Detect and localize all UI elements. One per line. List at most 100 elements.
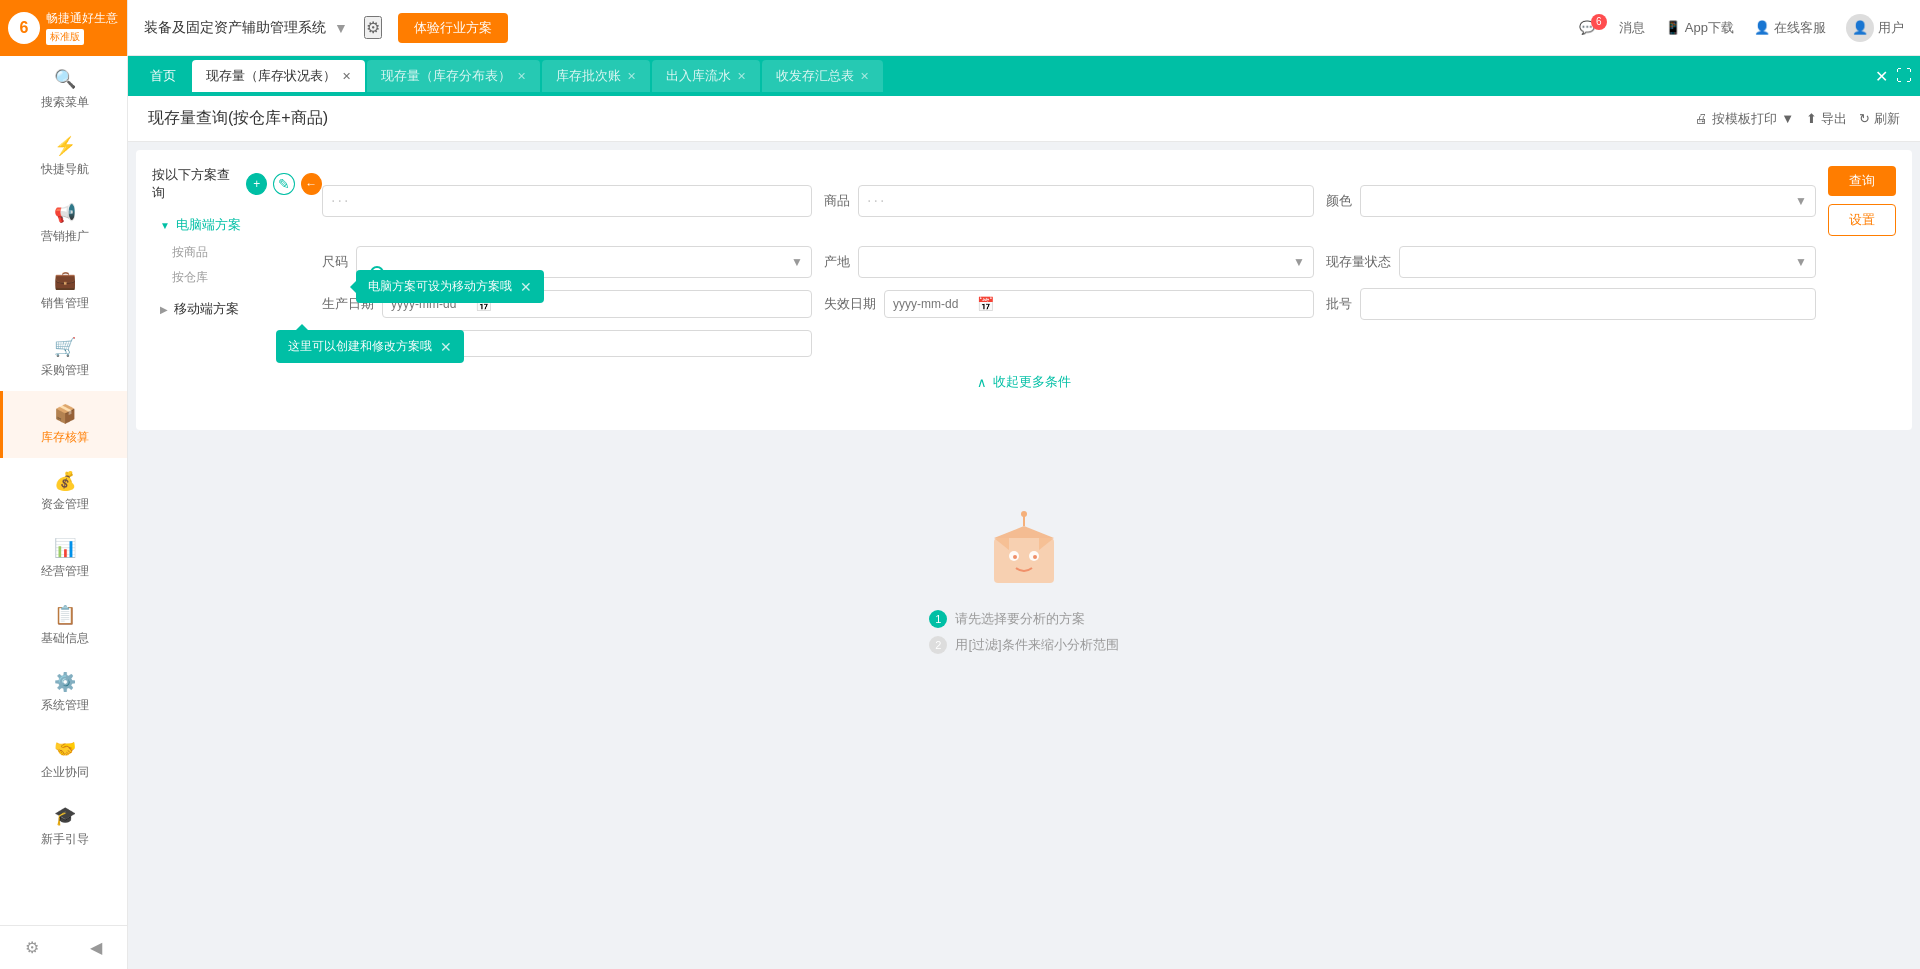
sidebar-item-system[interactable]: ⚙️ 系统管理 <box>0 659 127 726</box>
tab-home-label: 首页 <box>150 67 176 85</box>
svg-point-3 <box>1013 555 1017 559</box>
marketing-icon: 📢 <box>54 202 76 224</box>
message-btn[interactable]: 💬 6 消息 <box>1579 19 1645 37</box>
settings-bottom-btn[interactable]: ⚙ <box>21 934 43 961</box>
tab-inventory-dist[interactable]: 现存量（库存分布表） ✕ <box>367 60 540 92</box>
refresh-label: 刷新 <box>1874 110 1900 128</box>
edit-scheme-btn[interactable]: ✎ <box>273 173 294 195</box>
user-avatar: 👤 <box>1846 14 1874 42</box>
sidebar-bottom: ⚙ ◀ <box>0 925 127 969</box>
tab-close-all-icon[interactable]: ✕ <box>1875 67 1888 86</box>
sidebar-item-enterprise[interactable]: 🤝 企业协同 <box>0 726 127 793</box>
settings-button[interactable]: ⚙ <box>364 16 382 39</box>
user-name: 用户 <box>1878 19 1904 37</box>
service-icon: 👤 <box>1754 20 1770 35</box>
origin-input[interactable]: ▼ <box>858 246 1314 278</box>
sidebar: 6 畅捷通好生意 标准版 🔍 搜索菜单 ⚡ 快捷导航 📢 营销推广 💼 销售管理… <box>0 0 128 969</box>
print-btn[interactable]: 🖨 按模板打印 ▼ <box>1695 110 1794 128</box>
logo-name: 畅捷通好生意 <box>46 11 118 27</box>
sidebar-item-inventory[interactable]: 📦 库存核算 <box>0 391 127 458</box>
inventory-icon: 📦 <box>54 403 76 425</box>
origin-label: 产地 <box>824 253 850 271</box>
message-label: 消息 <box>1619 19 1645 37</box>
tab-inout[interactable]: 出入库流水 ✕ <box>652 60 760 92</box>
tab-batch-label: 库存批次账 <box>556 67 621 85</box>
sidebar-item-purchase[interactable]: 🛒 采购管理 <box>0 324 127 391</box>
collapse-btn[interactable]: ∧ 收起更多条件 <box>152 365 1896 399</box>
tab-batch[interactable]: 库存批次账 ✕ <box>542 60 650 92</box>
phone-icon: 📱 <box>1665 20 1681 35</box>
tab-expand-icon[interactable]: ⛶ <box>1896 67 1912 86</box>
content-area: 现存量查询(按仓库+商品) 🖨 按模板打印 ▼ ⬆ 导出 ↻ 刷新 <box>128 96 1920 969</box>
tab-batch-close[interactable]: ✕ <box>627 70 636 83</box>
tab-delivery-label: 收发存汇总表 <box>776 67 854 85</box>
reset-btn[interactable]: 设置 <box>1828 204 1896 236</box>
finance-icon: 💰 <box>54 470 76 492</box>
tab-delivery[interactable]: 收发存汇总表 ✕ <box>762 60 883 92</box>
sidebar-item-finance-label: 资金管理 <box>41 496 89 513</box>
warehouse-dots[interactable]: ··· <box>331 192 350 210</box>
sidebar-item-basic-label: 基础信息 <box>41 630 89 647</box>
stock-status-arrow: ▼ <box>1795 255 1807 269</box>
expiry-date-input[interactable]: 📅 <box>884 290 1314 318</box>
pc-scheme-item[interactable]: ▼ 电脑端方案 <box>152 212 322 238</box>
tab-home[interactable]: 首页 <box>136 60 190 92</box>
mobile-scheme-label: 移动端方案 <box>174 300 239 318</box>
tooltip-pc-close[interactable]: ✕ <box>520 279 532 295</box>
goods-label: 商品 <box>824 192 850 210</box>
refresh-icon: ↻ <box>1859 111 1870 126</box>
goods-input[interactable]: ··· <box>858 185 1314 217</box>
sidebar-item-newbie[interactable]: 🎓 新手引导 <box>0 793 127 860</box>
scheme-list: ▼ 电脑端方案 按商品 按仓库 ▶ 移动端方案 <box>152 212 322 322</box>
tab-delivery-close[interactable]: ✕ <box>860 70 869 83</box>
system-icon: ⚙️ <box>54 671 76 693</box>
filter-fields: ··· 商品 ··· 颜色 <box>322 166 1896 357</box>
goods-dots[interactable]: ··· <box>867 192 886 210</box>
sidebar-item-finance[interactable]: 💰 资金管理 <box>0 458 127 525</box>
tooltip-scheme-close[interactable]: ✕ <box>440 339 452 355</box>
sidebar-item-quicknav[interactable]: ⚡ 快捷导航 <box>0 123 127 190</box>
tab-inventory-status[interactable]: 现存量（库存状况表） ✕ <box>192 60 365 92</box>
sidebar-item-sales[interactable]: 💼 销售管理 <box>0 257 127 324</box>
stock-main-input[interactable]: — <box>408 330 812 357</box>
back-btn[interactable]: ← <box>301 173 322 195</box>
search-btn[interactable]: 查询 <box>1828 166 1896 196</box>
batch-input[interactable] <box>1360 288 1816 320</box>
trial-button[interactable]: 体验行业方案 <box>398 13 508 43</box>
app-download-btn[interactable]: 📱 App下载 <box>1665 19 1734 37</box>
sidebar-item-operations[interactable]: 📊 经营管理 <box>0 525 127 592</box>
expiry-date-from[interactable] <box>893 297 973 311</box>
sidebar-item-search[interactable]: 🔍 搜索菜单 <box>0 56 127 123</box>
color-input[interactable]: ▼ <box>1360 185 1816 217</box>
logo-area: 6 畅捷通好生意 标准版 <box>0 0 127 56</box>
tab-inventory-dist-label: 现存量（库存分布表） <box>381 67 511 85</box>
online-service-btn[interactable]: 👤 在线客服 <box>1754 19 1826 37</box>
empty-step-2: 2 用[过滤]条件来缩小分析范围 <box>929 636 1118 654</box>
sidebar-item-basic[interactable]: 📋 基础信息 <box>0 592 127 659</box>
export-btn[interactable]: ⬆ 导出 <box>1806 110 1847 128</box>
expiry-date-cal-icon[interactable]: 📅 <box>977 296 994 312</box>
scheme-panel: 按以下方案查询 + ✎ ← ▼ 电脑端方案 按商品 按仓库 ▶ <box>152 166 322 322</box>
tab-inventory-status-close[interactable]: ✕ <box>342 70 351 83</box>
tab-inout-close[interactable]: ✕ <box>737 70 746 83</box>
sidebar-item-search-label: 搜索菜单 <box>41 94 89 111</box>
sidebar-item-marketing[interactable]: 📢 营销推广 <box>0 190 127 257</box>
system-title: 装备及固定资产辅助管理系统 ▼ <box>144 19 348 37</box>
refresh-btn[interactable]: ↻ 刷新 <box>1859 110 1900 128</box>
warehouse-input[interactable]: ··· <box>322 185 812 217</box>
sidebar-item-quicknav-label: 快捷导航 <box>41 161 89 178</box>
tab-inventory-dist-close[interactable]: ✕ <box>517 70 526 83</box>
collapse-sidebar-btn[interactable]: ◀ <box>86 934 106 961</box>
empty-illustration <box>974 498 1074 598</box>
newbie-icon: 🎓 <box>54 805 76 827</box>
stock-status-input[interactable]: ▼ <box>1399 246 1816 278</box>
add-scheme-btn[interactable]: + <box>246 173 267 195</box>
sales-icon: 💼 <box>54 269 76 291</box>
user-area[interactable]: 👤 用户 <box>1846 14 1904 42</box>
svg-point-4 <box>1033 555 1037 559</box>
tab-bar-right: ✕ ⛶ <box>1875 67 1912 86</box>
origin-field: 产地 ▼ <box>824 246 1314 278</box>
basic-icon: 📋 <box>54 604 76 626</box>
export-icon: ⬆ <box>1806 111 1817 126</box>
step-1-text: 请先选择要分析的方案 <box>955 610 1085 628</box>
